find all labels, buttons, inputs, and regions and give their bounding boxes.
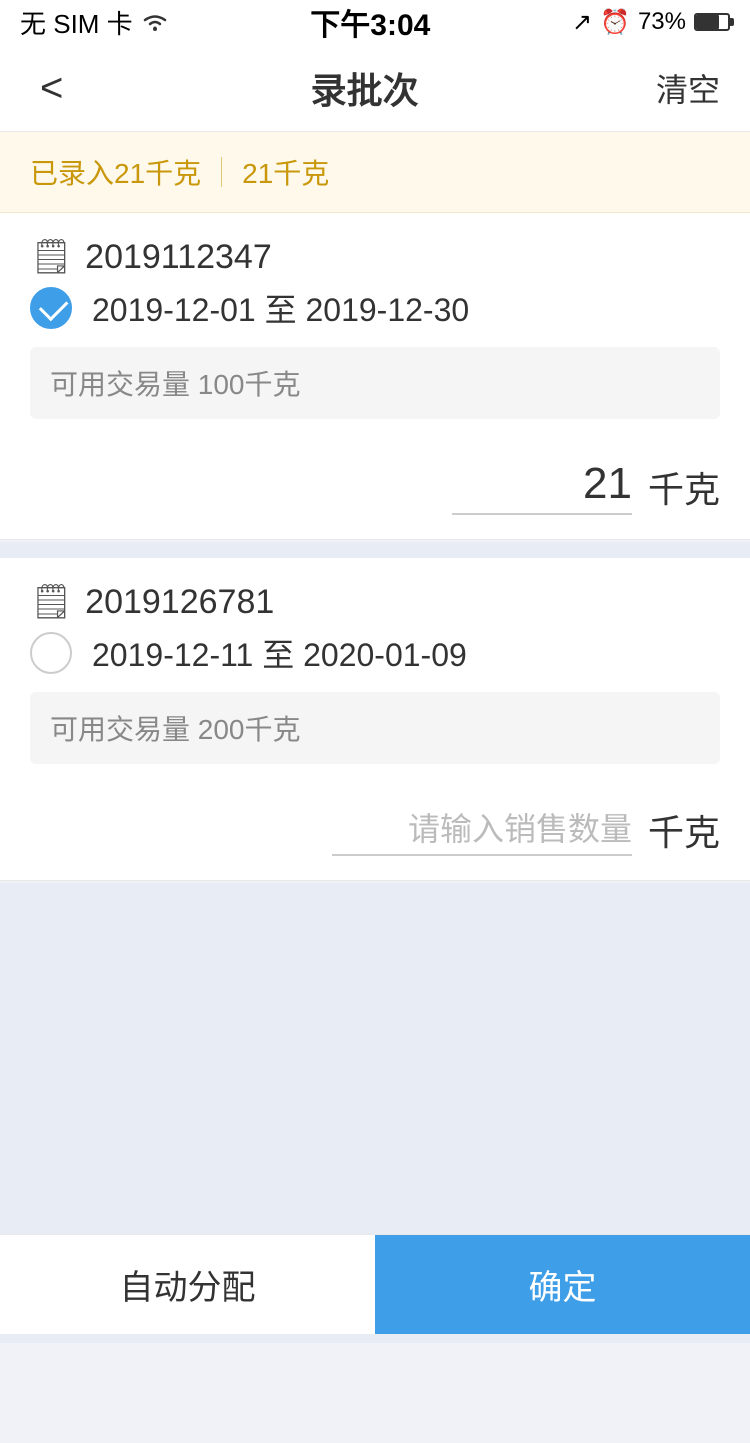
- no-sim-text: 无 SIM 卡: [20, 4, 133, 41]
- batch-2-input-row: 请输入销售数量 千克: [0, 780, 750, 881]
- batch-1-date-row: 2019-12-01 至 2019-12-30: [0, 285, 750, 347]
- battery-percent: 73%: [638, 8, 686, 36]
- bottom-bar: 自动分配 确定: [0, 1234, 750, 1334]
- batch-1-date: 2019-12-01 至 2019-12-30: [92, 285, 469, 331]
- confirm-button[interactable]: 确定: [375, 1235, 750, 1334]
- batch-2-header: 🗒 2019126781: [0, 558, 750, 630]
- batch-card-2: 🗒 2019126781 2019-12-11 至 2020-01-09 可用交…: [0, 558, 750, 881]
- status-bar: 无 SIM 卡 下午3:04 ↗ ⏰ 73%: [0, 0, 750, 44]
- batch-1-quantity-value[interactable]: 21: [583, 459, 632, 509]
- batch-1-header: 🗒 2019112347: [0, 213, 750, 285]
- batch-2-id: 2019126781: [85, 583, 274, 622]
- batch-1-quantity-row: 21 千克: [0, 435, 750, 540]
- clear-button[interactable]: 清空: [656, 65, 720, 111]
- status-left: 无 SIM 卡: [20, 4, 169, 41]
- alarm-icon: ⏰: [600, 8, 630, 37]
- batch-2-date: 2019-12-11 至 2020-01-09: [92, 630, 467, 676]
- batch-1-id: 2019112347: [85, 238, 272, 277]
- batch-2-input-line: [332, 854, 632, 856]
- page-title: 录批次: [311, 62, 419, 114]
- status-time: 下午3:04: [310, 0, 430, 44]
- batch-card-1: 🗒 2019112347 2019-12-01 至 2019-12-30 可用交…: [0, 213, 750, 540]
- batch-1-input-line: [452, 513, 632, 515]
- batch-2-date-row: 2019-12-11 至 2020-01-09: [0, 630, 750, 692]
- total-amount: 21千克: [242, 152, 329, 192]
- batch-2-unit: 千克: [648, 804, 720, 856]
- batch-1-radio[interactable]: [30, 287, 72, 329]
- status-right: ↗ ⏰ 73%: [572, 8, 730, 37]
- auto-distribute-button[interactable]: 自动分配: [0, 1235, 375, 1334]
- location-icon: ↗: [572, 8, 592, 37]
- section-separator: [0, 542, 750, 558]
- batch-2-radio[interactable]: [30, 632, 72, 674]
- batch-1-icon: 🗒: [30, 237, 73, 277]
- batch-1-unit: 千克: [648, 461, 720, 513]
- info-banner: 已录入21千克 21千克: [0, 132, 750, 213]
- batch-1-availability: 可用交易量 100千克: [30, 347, 720, 419]
- batch-2-input-placeholder[interactable]: 请输入销售数量: [408, 804, 632, 850]
- nav-bar: < 录批次 清空: [0, 44, 750, 132]
- info-divider: [221, 157, 222, 187]
- batch-2-availability: 可用交易量 200千克: [30, 692, 720, 764]
- back-button[interactable]: <: [30, 58, 73, 118]
- battery-icon: [694, 13, 730, 31]
- recorded-amount: 已录入21千克: [30, 152, 201, 192]
- wifi-icon: [141, 12, 169, 32]
- batch-2-icon: 🗒: [30, 582, 73, 622]
